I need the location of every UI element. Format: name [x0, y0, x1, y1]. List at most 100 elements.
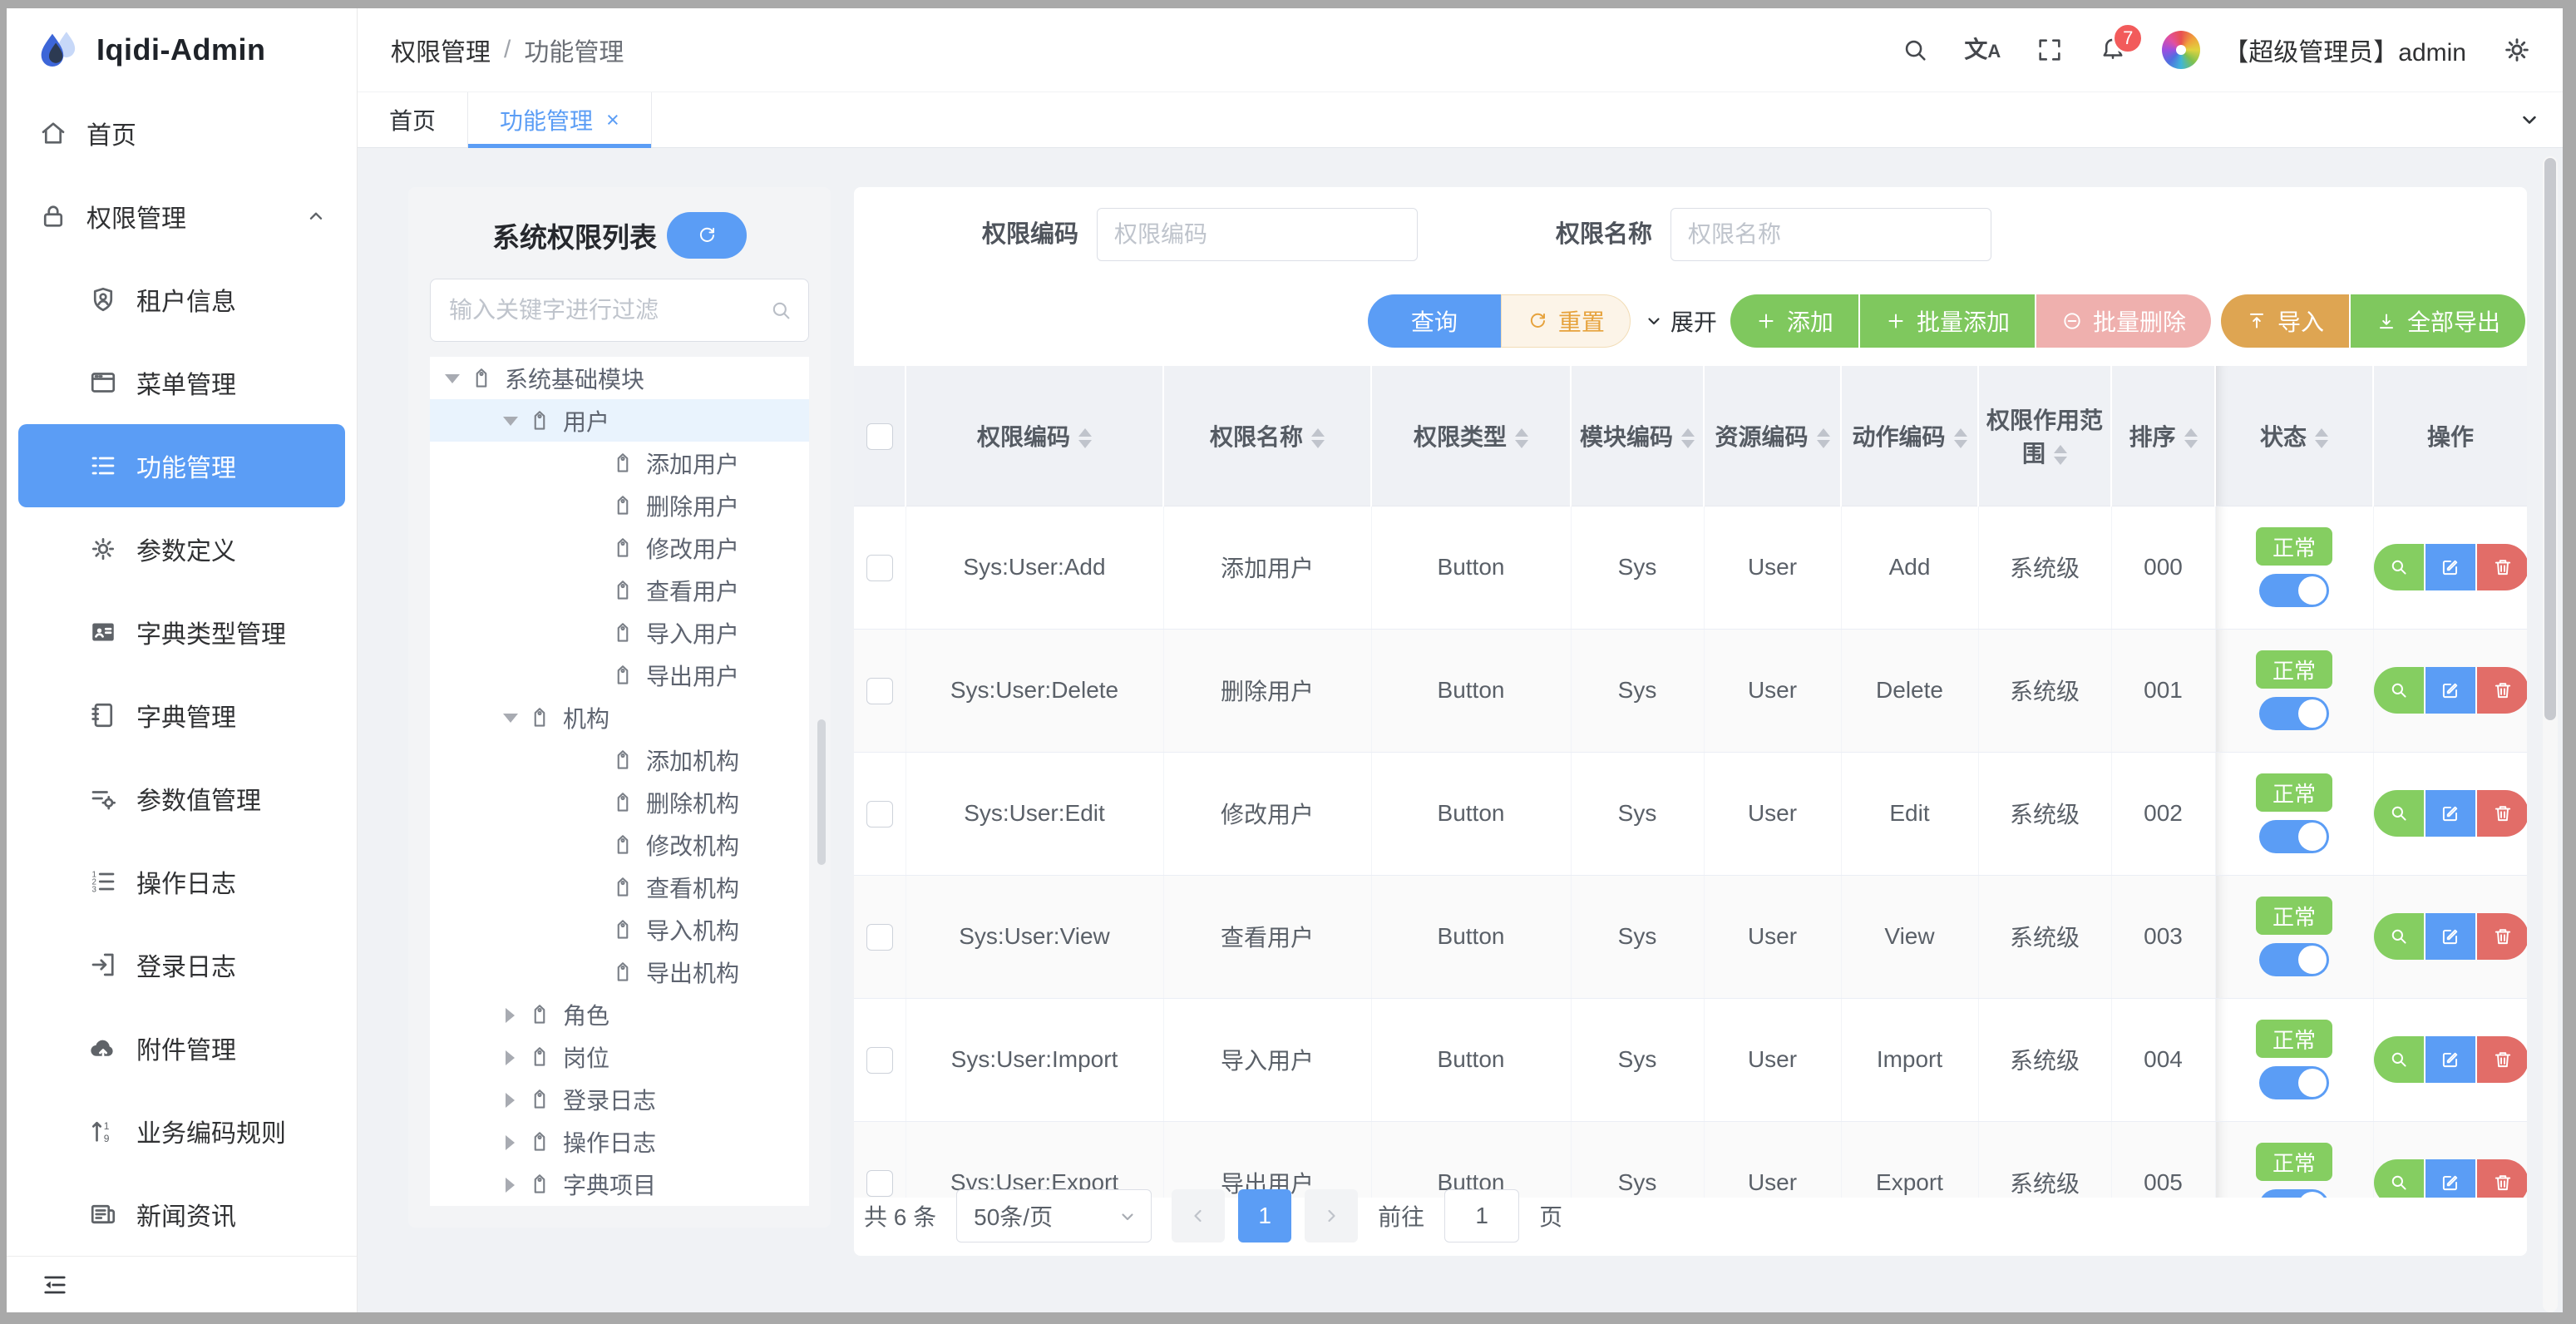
- tree-node[interactable]: 导出用户: [430, 654, 809, 696]
- tree-node[interactable]: 用户: [430, 399, 809, 442]
- col-header-module[interactable]: 模块编码: [1571, 366, 1705, 506]
- tree-scrollbar[interactable]: [817, 719, 826, 865]
- sidebar-item-home[interactable]: 首页: [7, 91, 357, 175]
- sort-icon[interactable]: [2054, 445, 2067, 466]
- filter-code-input[interactable]: [1097, 208, 1418, 261]
- sidebar-item-sort-numeric[interactable]: 19 业务编码规则: [7, 1089, 357, 1173]
- view-button[interactable]: [2373, 1159, 2425, 1198]
- bell-icon[interactable]: 7: [2099, 22, 2144, 64]
- tab-function-management[interactable]: 功能管理 ×: [468, 92, 652, 148]
- status-toggle[interactable]: [2259, 574, 2329, 607]
- view-button[interactable]: [2373, 1036, 2425, 1083]
- close-tab-icon[interactable]: ×: [606, 107, 619, 133]
- col-header-code[interactable]: 权限编码: [906, 366, 1164, 506]
- tree-node[interactable]: 字典项目: [430, 1163, 809, 1205]
- tree-node[interactable]: 查看机构: [430, 866, 809, 908]
- delete-button[interactable]: [2476, 913, 2527, 960]
- batch-delete-button[interactable]: 批量删除: [2036, 294, 2211, 348]
- edit-button[interactable]: [2425, 544, 2477, 590]
- status-toggle[interactable]: [2259, 697, 2329, 730]
- tab-home[interactable]: 首页: [358, 92, 469, 147]
- sort-icon[interactable]: [1816, 428, 1830, 449]
- tree-node[interactable]: 角色: [430, 993, 809, 1035]
- col-header-resource[interactable]: 资源编码: [1704, 366, 1842, 506]
- prev-page-button[interactable]: [1172, 1189, 1226, 1242]
- delete-button[interactable]: [2476, 790, 2527, 837]
- view-button[interactable]: [2373, 544, 2425, 590]
- breadcrumb-item[interactable]: 权限管理: [391, 32, 491, 68]
- status-toggle[interactable]: [2259, 1066, 2329, 1099]
- user-name[interactable]: 【超级管理员】admin: [2223, 32, 2466, 68]
- scrollbar-thumb[interactable]: [2544, 158, 2556, 720]
- tree-filter-input[interactable]: [430, 279, 809, 342]
- delete-button[interactable]: [2476, 1159, 2527, 1198]
- row-checkbox[interactable]: [866, 800, 893, 828]
- fullscreen-icon[interactable]: [2036, 36, 2064, 64]
- col-header-sort[interactable]: 排序: [2111, 366, 2216, 506]
- delete-button[interactable]: [2476, 544, 2527, 590]
- view-button[interactable]: [2373, 790, 2425, 837]
- delete-button[interactable]: [2476, 667, 2527, 714]
- translate-icon[interactable]: 文A: [1964, 38, 2001, 62]
- collapse-sidebar-icon[interactable]: [40, 1270, 70, 1300]
- tree-node[interactable]: 导出机构: [430, 951, 809, 993]
- batch-add-button[interactable]: 批量添加: [1859, 294, 2036, 348]
- tree-node[interactable]: 导入机构: [430, 908, 809, 951]
- sort-icon[interactable]: [1681, 428, 1695, 449]
- sort-icon[interactable]: [1515, 428, 1528, 449]
- sidebar-item-login[interactable]: 登录日志: [7, 923, 357, 1006]
- view-button[interactable]: [2373, 667, 2425, 714]
- col-header-scope[interactable]: 权限作用范围: [1978, 366, 2112, 506]
- row-checkbox[interactable]: [866, 677, 893, 704]
- sidebar-item-dict-book[interactable]: 字典管理: [7, 674, 357, 757]
- sort-icon[interactable]: [1953, 428, 1967, 449]
- sidebar-item-gear[interactable]: 参数定义: [7, 507, 357, 590]
- edit-button[interactable]: [2425, 1159, 2477, 1198]
- window-scrollbar[interactable]: [2543, 156, 2558, 1312]
- tree-node[interactable]: 修改机构: [430, 823, 809, 866]
- row-checkbox[interactable]: [866, 1046, 893, 1074]
- sort-icon[interactable]: [1311, 428, 1325, 449]
- tree-node[interactable]: 登录日志: [430, 1078, 809, 1120]
- export-all-button[interactable]: 全部导出: [2350, 294, 2525, 348]
- col-header-type[interactable]: 权限类型: [1371, 366, 1572, 506]
- edit-button[interactable]: [2425, 667, 2477, 714]
- tree-node[interactable]: 机构: [430, 696, 809, 739]
- col-header-status[interactable]: 状态: [2215, 366, 2374, 506]
- page-size-select[interactable]: 50条/页: [956, 1189, 1152, 1242]
- sidebar-item-cloud-upload[interactable]: 附件管理: [7, 1006, 357, 1089]
- edit-button[interactable]: [2425, 913, 2477, 960]
- row-checkbox[interactable]: [866, 554, 893, 581]
- sidebar-item-func-list[interactable]: 功能管理: [18, 424, 345, 507]
- settings-gear-icon[interactable]: [2501, 34, 2533, 66]
- row-checkbox[interactable]: [866, 923, 893, 951]
- status-toggle[interactable]: [2259, 943, 2329, 976]
- status-toggle[interactable]: [2259, 1189, 2329, 1198]
- tree-node[interactable]: 岗位: [430, 1035, 809, 1078]
- sort-icon[interactable]: [2315, 428, 2328, 449]
- next-page-button[interactable]: [1305, 1189, 1359, 1242]
- tree-node[interactable]: 添加用户: [430, 442, 809, 484]
- tree-node[interactable]: 系统基础模块: [430, 357, 809, 399]
- sidebar-item-numbered-list[interactable]: 123 操作日志: [7, 840, 357, 923]
- add-button[interactable]: 添加: [1730, 294, 1860, 348]
- search-icon[interactable]: [1901, 36, 1929, 64]
- sidebar-item-news[interactable]: 新闻资讯: [7, 1173, 357, 1256]
- page-1-button[interactable]: 1: [1238, 1189, 1292, 1242]
- sidebar-item-id-card[interactable]: 字典类型管理: [7, 590, 357, 674]
- avatar[interactable]: [2162, 31, 2201, 69]
- tab-actions-dropdown[interactable]: [2518, 92, 2563, 147]
- delete-button[interactable]: [2476, 1036, 2527, 1083]
- tree-node[interactable]: 操作日志: [430, 1120, 809, 1163]
- sort-icon[interactable]: [1078, 428, 1092, 449]
- view-button[interactable]: [2373, 913, 2425, 960]
- tree-node[interactable]: 查看用户: [430, 569, 809, 611]
- tree-node[interactable]: 添加机构: [430, 739, 809, 781]
- col-header-action[interactable]: 动作编码: [1841, 366, 1979, 506]
- tree-node[interactable]: 修改用户: [430, 526, 809, 569]
- expand-toggle[interactable]: 展开: [1644, 304, 1717, 338]
- tree-node[interactable]: 导入用户: [430, 611, 809, 654]
- sidebar-item-param-values[interactable]: 参数值管理: [7, 757, 357, 840]
- edit-button[interactable]: [2425, 790, 2477, 837]
- tree-node[interactable]: 删除机构: [430, 781, 809, 823]
